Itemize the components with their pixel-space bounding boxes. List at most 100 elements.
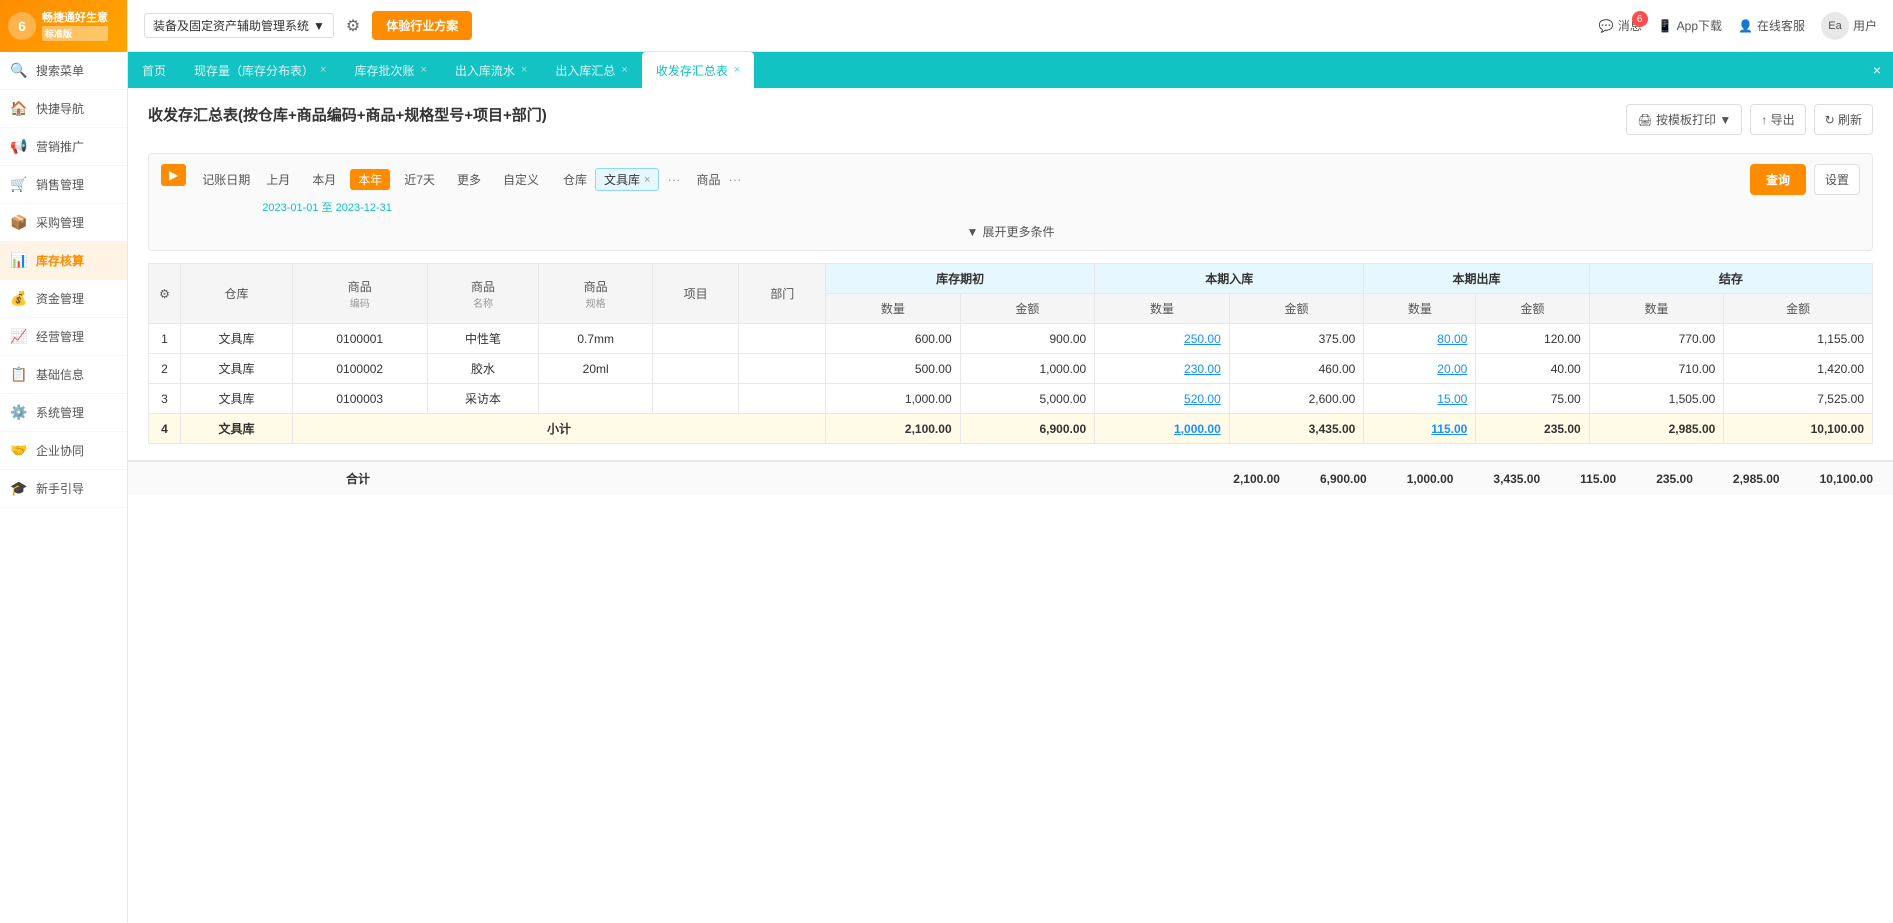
th-goods-code: 商品编码 [292,264,427,324]
print-template-btn[interactable]: 🖨 按模板打印 ▼ [1626,104,1742,135]
row1-out-amt: 120.00 [1476,324,1589,354]
date-btn-7days[interactable]: 近7天 [396,169,443,190]
system-title-dropdown[interactable]: 装备及固定资产辅助管理系统 ▼ [144,13,334,38]
messages-btn[interactable]: 💬 消息 6 [1599,17,1642,34]
row2-dept [739,354,826,384]
goods-filter-more[interactable]: ··· [729,172,742,187]
row1-code: 0100001 [292,324,427,354]
sidebar-item-guide[interactable]: 🎓 新手引导 [0,470,127,508]
online-service-btn[interactable]: 👤 在线客服 [1738,17,1805,34]
date-btn-last-month[interactable]: 上月 [258,169,298,190]
filter-expand-btn[interactable]: ▼ 展开更多条件 [161,223,1860,240]
sidebar-item-inventory[interactable]: 📊 库存核算 [0,242,127,280]
sidebar-item-quick-nav[interactable]: 🏠 快捷导航 [0,90,127,128]
page-title: 收发存汇总表(按仓库+商品编码+商品+规格型号+项目+部门) [148,104,547,125]
th-opening-group: 库存期初 [826,264,1095,294]
date-filter-label: 记账日期 [202,171,250,188]
app-download-btn[interactable]: 📱 App下载 [1658,17,1722,34]
row3-closing-qty: 1,505.00 [1589,384,1724,414]
total-out-qty: 115.00 [1580,472,1616,486]
row1-out-qty[interactable]: 80.00 [1364,324,1476,354]
tab-batch-ledger-close[interactable]: × [420,64,426,76]
sidebar-item-marketing[interactable]: 📢 营销推广 [0,128,127,166]
sidebar-item-sales[interactable]: 🛒 销售管理 [0,166,127,204]
sidebar-item-operations[interactable]: 📈 经营管理 [0,318,127,356]
marketing-icon: 📢 [10,138,28,155]
row3-dept [739,384,826,414]
th-closing-group: 结存 [1589,264,1872,294]
row3-warehouse: 文具库 [181,384,293,414]
sidebar-item-basic[interactable]: 📋 基础信息 [0,356,127,394]
th-settings[interactable]: ⚙ [149,264,181,324]
tab-inout-summary-close[interactable]: × [621,64,627,76]
refresh-icon: ↻ [1825,113,1835,127]
page-header-actions: 🖨 按模板打印 ▼ ↑ 导出 ↻ 刷新 [1626,104,1873,135]
th-warehouse: 仓库 [181,264,293,324]
finance-icon: 💰 [10,290,28,307]
row2-in-qty[interactable]: 230.00 [1095,354,1230,384]
subtotal-label: 小计 [292,414,825,444]
tab-receive-summary[interactable]: 收发存汇总表 × [642,52,754,88]
message-badge: 6 [1632,11,1648,27]
date-btn-this-year[interactable]: 本年 [350,169,390,190]
total-closing-qty: 2,985.00 [1733,472,1780,486]
sidebar-item-enterprise[interactable]: 🤝 企业协同 [0,432,127,470]
row1-project [652,324,739,354]
total-closing-amt: 10,100.00 [1820,472,1873,486]
tab-stock-distribution[interactable]: 现存量（库存分布表） × [180,52,340,88]
sidebar-item-search[interactable]: 🔍 搜索菜单 [0,52,127,90]
row3-in-qty[interactable]: 520.00 [1095,384,1230,414]
subtotal-in-qty[interactable]: 1,000.00 [1095,414,1230,444]
operations-icon: 📈 [10,328,28,345]
settings-btn[interactable]: 设置 [1814,164,1860,195]
warehouse-filter-label: 仓库 [563,171,587,188]
tab-inout-flow-close[interactable]: × [521,64,527,76]
user-menu[interactable]: Ea 用户 [1821,12,1877,40]
tab-inout-flow[interactable]: 出入库流水 × [441,52,541,88]
tab-stock-distribution-close[interactable]: × [320,64,326,76]
sidebar-item-purchase[interactable]: 📦 采购管理 [0,204,127,242]
warehouse-filter-more[interactable]: ··· [667,172,680,187]
row2-out-qty[interactable]: 20.00 [1364,354,1476,384]
query-btn[interactable]: 查询 [1750,164,1806,195]
row3-name: 采访本 [427,384,539,414]
warehouse-filter-clear[interactable]: × [644,174,650,186]
sidebar: 6 畅捷通好生意 标准版 🔍 搜索菜单 🏠 快捷导航 📢 营销推广 🛒 销售管理… [0,0,128,923]
row3-out-amt: 75.00 [1476,384,1589,414]
app-download-label: App下载 [1677,17,1722,34]
user-avatar-text: Ea [1828,20,1841,32]
tab-inout-summary-label: 出入库汇总 [555,62,615,79]
date-btn-more[interactable]: 更多 [449,169,489,190]
row3-project [652,384,739,414]
date-btn-custom[interactable]: 自定义 [495,169,547,190]
tab-home[interactable]: 首页 [128,52,180,88]
trial-btn[interactable]: 体验行业方案 [372,11,472,40]
sidebar-item-system[interactable]: ⚙️ 系统管理 [0,394,127,432]
export-label: 导出 [1771,113,1795,127]
close-all-tabs-btn[interactable]: × [1861,62,1893,78]
tab-receive-summary-close[interactable]: × [734,64,740,76]
th-closing-amt: 金额 [1724,294,1873,324]
sidebar-item-inventory-label: 库存核算 [36,252,84,269]
tab-batch-ledger[interactable]: 库存批次账 × [340,52,440,88]
tab-inout-flow-label: 出入库流水 [455,62,515,79]
row3-out-qty[interactable]: 15.00 [1364,384,1476,414]
settings-gear-icon[interactable]: ⚙ [346,16,360,36]
row1-in-qty[interactable]: 250.00 [1095,324,1230,354]
warehouse-filter-section: 仓库 文具库 × ··· [563,168,680,191]
data-table: ⚙ 仓库 商品编码 商品名称 商品规格 项目 部门 库存期初 本期入库 本期出库… [148,263,1873,444]
refresh-btn[interactable]: ↻ 刷新 [1814,104,1873,135]
row2-code: 0100002 [292,354,427,384]
date-btn-this-month[interactable]: 本月 [304,169,344,190]
export-btn[interactable]: ↑ 导出 [1750,104,1805,135]
row1-dept [739,324,826,354]
goods-filter-label: 商品 [696,171,720,188]
filter-toggle-btn[interactable]: ▶ [161,164,186,186]
sidebar-item-finance[interactable]: 💰 资金管理 [0,280,127,318]
row2-opening-qty: 500.00 [826,354,961,384]
subtotal-num: 4 [149,414,181,444]
subtotal-opening-amt: 6,900.00 [960,414,1095,444]
subtotal-out-qty[interactable]: 115.00 [1364,414,1476,444]
row1-opening-amt: 900.00 [960,324,1095,354]
tab-inout-summary[interactable]: 出入库汇总 × [541,52,641,88]
